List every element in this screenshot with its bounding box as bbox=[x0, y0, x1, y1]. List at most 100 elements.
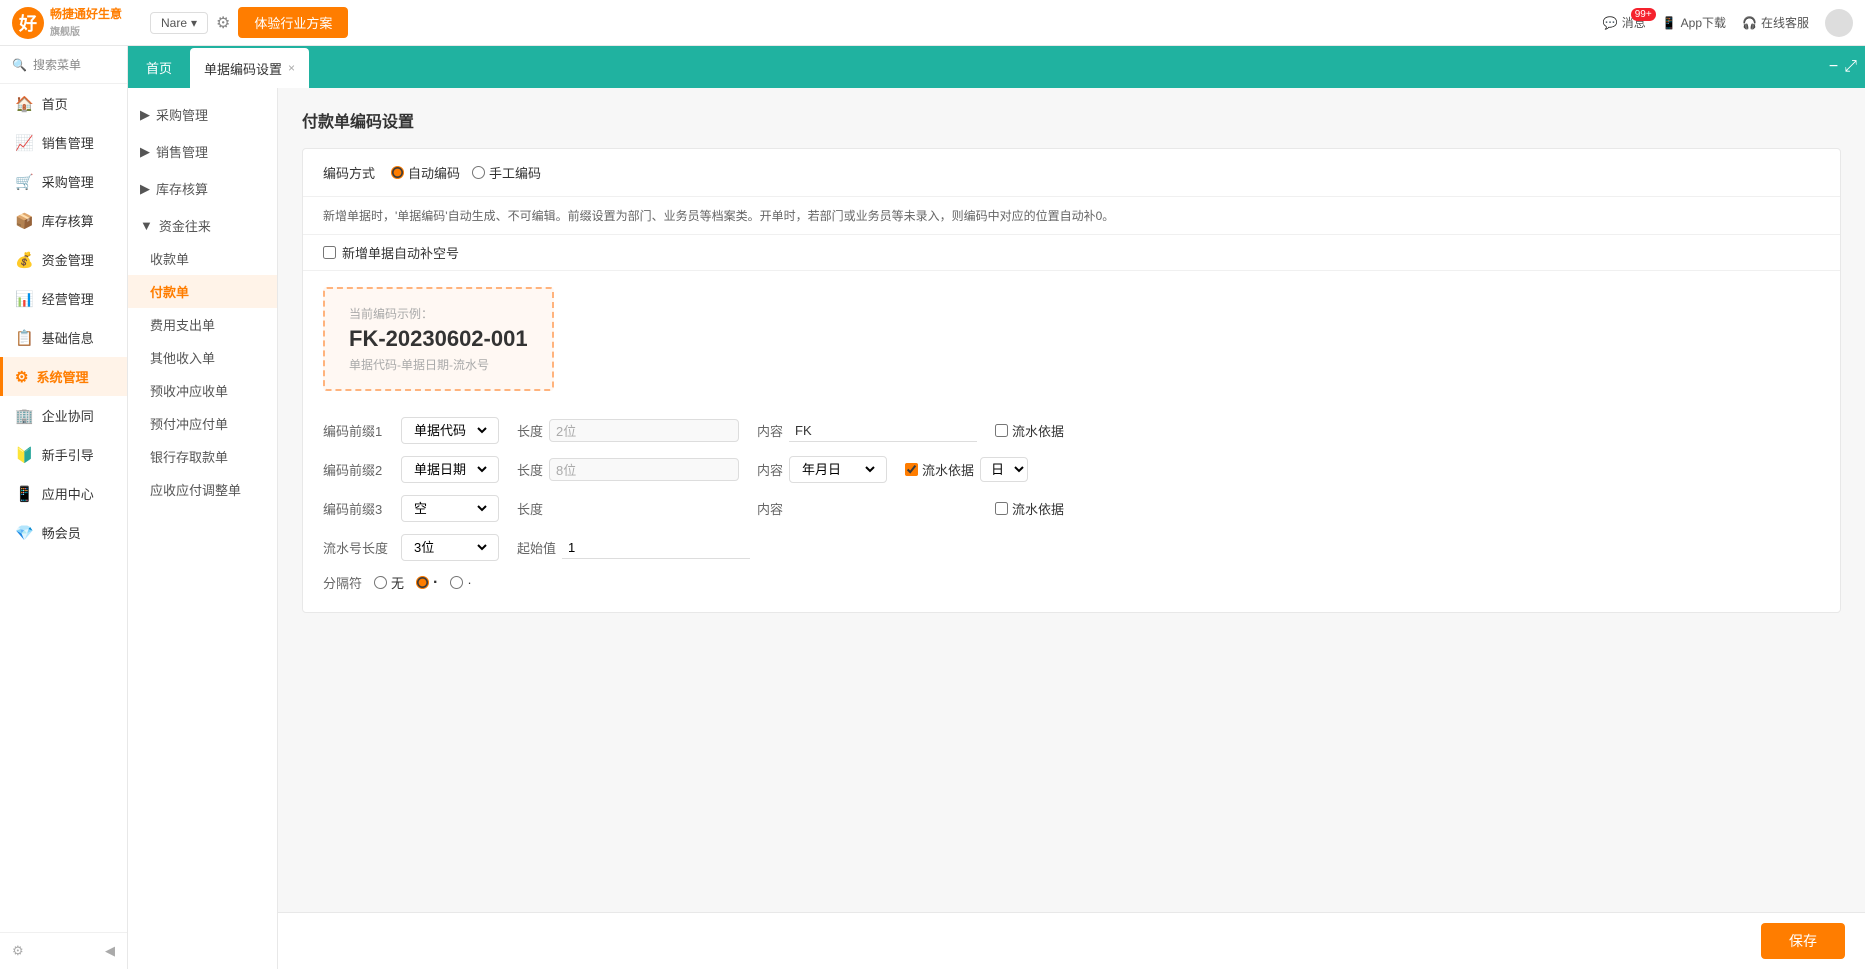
company-dropdown[interactable]: Nare ▾ bbox=[150, 12, 208, 34]
minimize-button[interactable]: − bbox=[1829, 58, 1838, 76]
start-value-input[interactable] bbox=[562, 537, 750, 559]
sidebar-item-finance[interactable]: 💰 资金管理 bbox=[0, 240, 127, 279]
submenu-item-income[interactable]: 其他收入单 bbox=[128, 341, 277, 374]
manual-encode-radio[interactable] bbox=[472, 166, 485, 179]
tab-home[interactable]: 首页 bbox=[128, 47, 190, 87]
serial-length-select[interactable]: 3位 4位 5位 bbox=[401, 534, 499, 561]
settings-form: 编码前缀1 单据代码 长度 内容 bbox=[303, 407, 1840, 612]
sep-none-radio[interactable] bbox=[374, 576, 387, 589]
save-button[interactable]: 保存 bbox=[1761, 923, 1845, 959]
prefix3-label: 编码前缀3 bbox=[323, 499, 395, 518]
encoding-method-label: 编码方式 bbox=[323, 163, 375, 182]
submenu-item-payment[interactable]: 付款单 bbox=[128, 275, 277, 308]
main: 首页 单据编码设置 × − ⤢ ▶ 采购管理 bbox=[128, 46, 1865, 969]
sidebar-label-enterprise: 企业协同 bbox=[42, 406, 94, 425]
sidebar-item-operation[interactable]: 📊 经营管理 bbox=[0, 279, 127, 318]
submenu-header-sales[interactable]: ▶ 销售管理 bbox=[128, 135, 277, 168]
purchase-icon: 🛒 bbox=[15, 173, 34, 191]
separator-label: 分隔符 bbox=[323, 573, 362, 592]
prefix2-label: 编码前缀2 bbox=[323, 460, 395, 479]
prefix2-select-input[interactable]: 单据日期 bbox=[410, 461, 490, 478]
sidebar-label-system: 系统管理 bbox=[36, 367, 88, 386]
sep-dot-radio[interactable] bbox=[450, 576, 463, 589]
online-service-btn[interactable]: 🎧 在线客服 bbox=[1742, 14, 1809, 31]
arrow-right-icon-sales: ▶ bbox=[140, 144, 150, 160]
page-title: 付款单编码设置 bbox=[302, 108, 1841, 132]
sep-none-option[interactable]: 无 bbox=[374, 573, 404, 592]
message-btn[interactable]: 💬 消息 99+ bbox=[1603, 14, 1646, 31]
maximize-button[interactable]: ⤢ bbox=[1844, 58, 1857, 76]
prefix2-select[interactable]: 单据日期 bbox=[401, 456, 499, 483]
avatar[interactable] bbox=[1825, 9, 1853, 37]
preview-sub: 单据代码-单据日期-流水号 bbox=[349, 356, 528, 373]
submenu-section-sales: ▶ 销售管理 bbox=[128, 135, 277, 168]
separator-row: 分隔符 无 · bbox=[323, 573, 1820, 592]
content: 付款单编码设置 编码方式 自动编码 bbox=[278, 88, 1865, 912]
manual-encode-label: 手工编码 bbox=[489, 163, 541, 182]
auto-encode-radio[interactable] bbox=[391, 166, 404, 179]
submenu-item-receipt[interactable]: 收款单 bbox=[128, 242, 277, 275]
tab-encoding-settings[interactable]: 单据编码设置 × bbox=[190, 48, 309, 88]
submenu-header-inventory[interactable]: ▶ 库存核算 bbox=[128, 172, 277, 205]
appcenter-icon: 📱 bbox=[15, 485, 34, 503]
gear-icon[interactable]: ⚙ bbox=[216, 13, 230, 33]
sidebar-item-vip[interactable]: 💎 畅会员 bbox=[0, 513, 127, 552]
sales-icon: 📈 bbox=[15, 134, 34, 152]
sidebar-item-basic[interactable]: 📋 基础信息 bbox=[0, 318, 127, 357]
prefix1-select-input[interactable]: 单据代码 bbox=[410, 422, 490, 439]
sidebar-label-home: 首页 bbox=[42, 94, 68, 113]
tab-close-icon[interactable]: × bbox=[288, 61, 295, 75]
message-icon: 💬 bbox=[1603, 16, 1618, 30]
content2-select-input[interactable]: 年月日 bbox=[798, 461, 878, 478]
serial-length-label: 流水号长度 bbox=[323, 538, 395, 557]
content2-select[interactable]: 年月日 bbox=[789, 456, 887, 483]
try-industry-button[interactable]: 体验行业方案 bbox=[238, 7, 348, 38]
submenu-header-capital[interactable]: ▼ 资金往来 bbox=[128, 209, 277, 242]
submenu-item-expense[interactable]: 费用支出单 bbox=[128, 308, 277, 341]
submenu-item-prepay-pay[interactable]: 预付冲应付单 bbox=[128, 407, 277, 440]
sidebar-item-newguide[interactable]: 🔰 新手引导 bbox=[0, 435, 127, 474]
logo-icon: 好 bbox=[12, 7, 44, 39]
prefix3-select-input[interactable]: 空 bbox=[410, 500, 490, 517]
sep-dash-option[interactable]: · bbox=[416, 574, 438, 592]
submenu-item-adjust[interactable]: 应收应付调整单 bbox=[128, 473, 277, 506]
finance-icon: 💰 bbox=[15, 251, 34, 269]
collapse-icon[interactable]: ◀ bbox=[105, 943, 115, 959]
app-icon: 📱 bbox=[1662, 16, 1677, 30]
prefix1-select[interactable]: 单据代码 bbox=[401, 417, 499, 444]
serial-length-select-input[interactable]: 3位 4位 5位 bbox=[410, 539, 490, 556]
content1-input[interactable] bbox=[789, 420, 977, 442]
flow2-select[interactable]: 日 月 年 bbox=[980, 457, 1028, 482]
submenu-item-bank[interactable]: 银行存取款单 bbox=[128, 440, 277, 473]
submenu-section-inventory: ▶ 库存核算 bbox=[128, 172, 277, 205]
sidebar-item-enterprise[interactable]: 🏢 企业协同 bbox=[0, 396, 127, 435]
arrow-right-icon: ▶ bbox=[140, 107, 150, 123]
new-fill-checkbox[interactable] bbox=[323, 246, 336, 259]
sidebar-item-home[interactable]: 🏠 首页 bbox=[0, 84, 127, 123]
sidebar-item-sales[interactable]: 📈 销售管理 bbox=[0, 123, 127, 162]
manual-encode-option[interactable]: 手工编码 bbox=[472, 163, 541, 182]
submenu-header-purchase[interactable]: ▶ 采购管理 bbox=[128, 98, 277, 131]
flow2-checkbox[interactable] bbox=[905, 463, 918, 476]
length2-input bbox=[549, 458, 739, 481]
search-label: 搜索菜单 bbox=[33, 56, 81, 73]
flow3-checkbox[interactable] bbox=[995, 502, 1008, 515]
new-fill-label: 新增单据自动补空号 bbox=[342, 243, 459, 262]
topbar: 好 畅捷通好生意 旗舰版 Nare ▾ ⚙ 体验行业方案 💬 消息 99+ 📱 … bbox=[0, 0, 1865, 46]
flow1-wrap: 流水依据 bbox=[995, 421, 1064, 440]
sidebar-item-appcenter[interactable]: 📱 应用中心 bbox=[0, 474, 127, 513]
sep-dot-option[interactable]: · bbox=[450, 575, 471, 590]
newguide-icon: 🔰 bbox=[15, 446, 34, 464]
prefix3-select[interactable]: 空 bbox=[401, 495, 499, 522]
length3-label: 长度 bbox=[517, 499, 543, 518]
submenu-item-prepay-recv[interactable]: 预收冲应收单 bbox=[128, 374, 277, 407]
sidebar-item-purchase[interactable]: 🛒 采购管理 bbox=[0, 162, 127, 201]
sep-dash-radio[interactable] bbox=[416, 576, 429, 589]
sidebar-item-inventory[interactable]: 📦 库存核算 bbox=[0, 201, 127, 240]
flow1-checkbox[interactable] bbox=[995, 424, 1008, 437]
auto-encode-option[interactable]: 自动编码 bbox=[391, 163, 460, 182]
sidebar-item-system[interactable]: ⚙ 系统管理 bbox=[0, 357, 127, 396]
sidebar-search[interactable]: 🔍 搜索菜单 bbox=[0, 46, 127, 84]
sidebar-bottom[interactable]: ⚙ ◀ bbox=[0, 932, 127, 969]
app-download-btn[interactable]: 📱 App下载 bbox=[1662, 14, 1726, 31]
